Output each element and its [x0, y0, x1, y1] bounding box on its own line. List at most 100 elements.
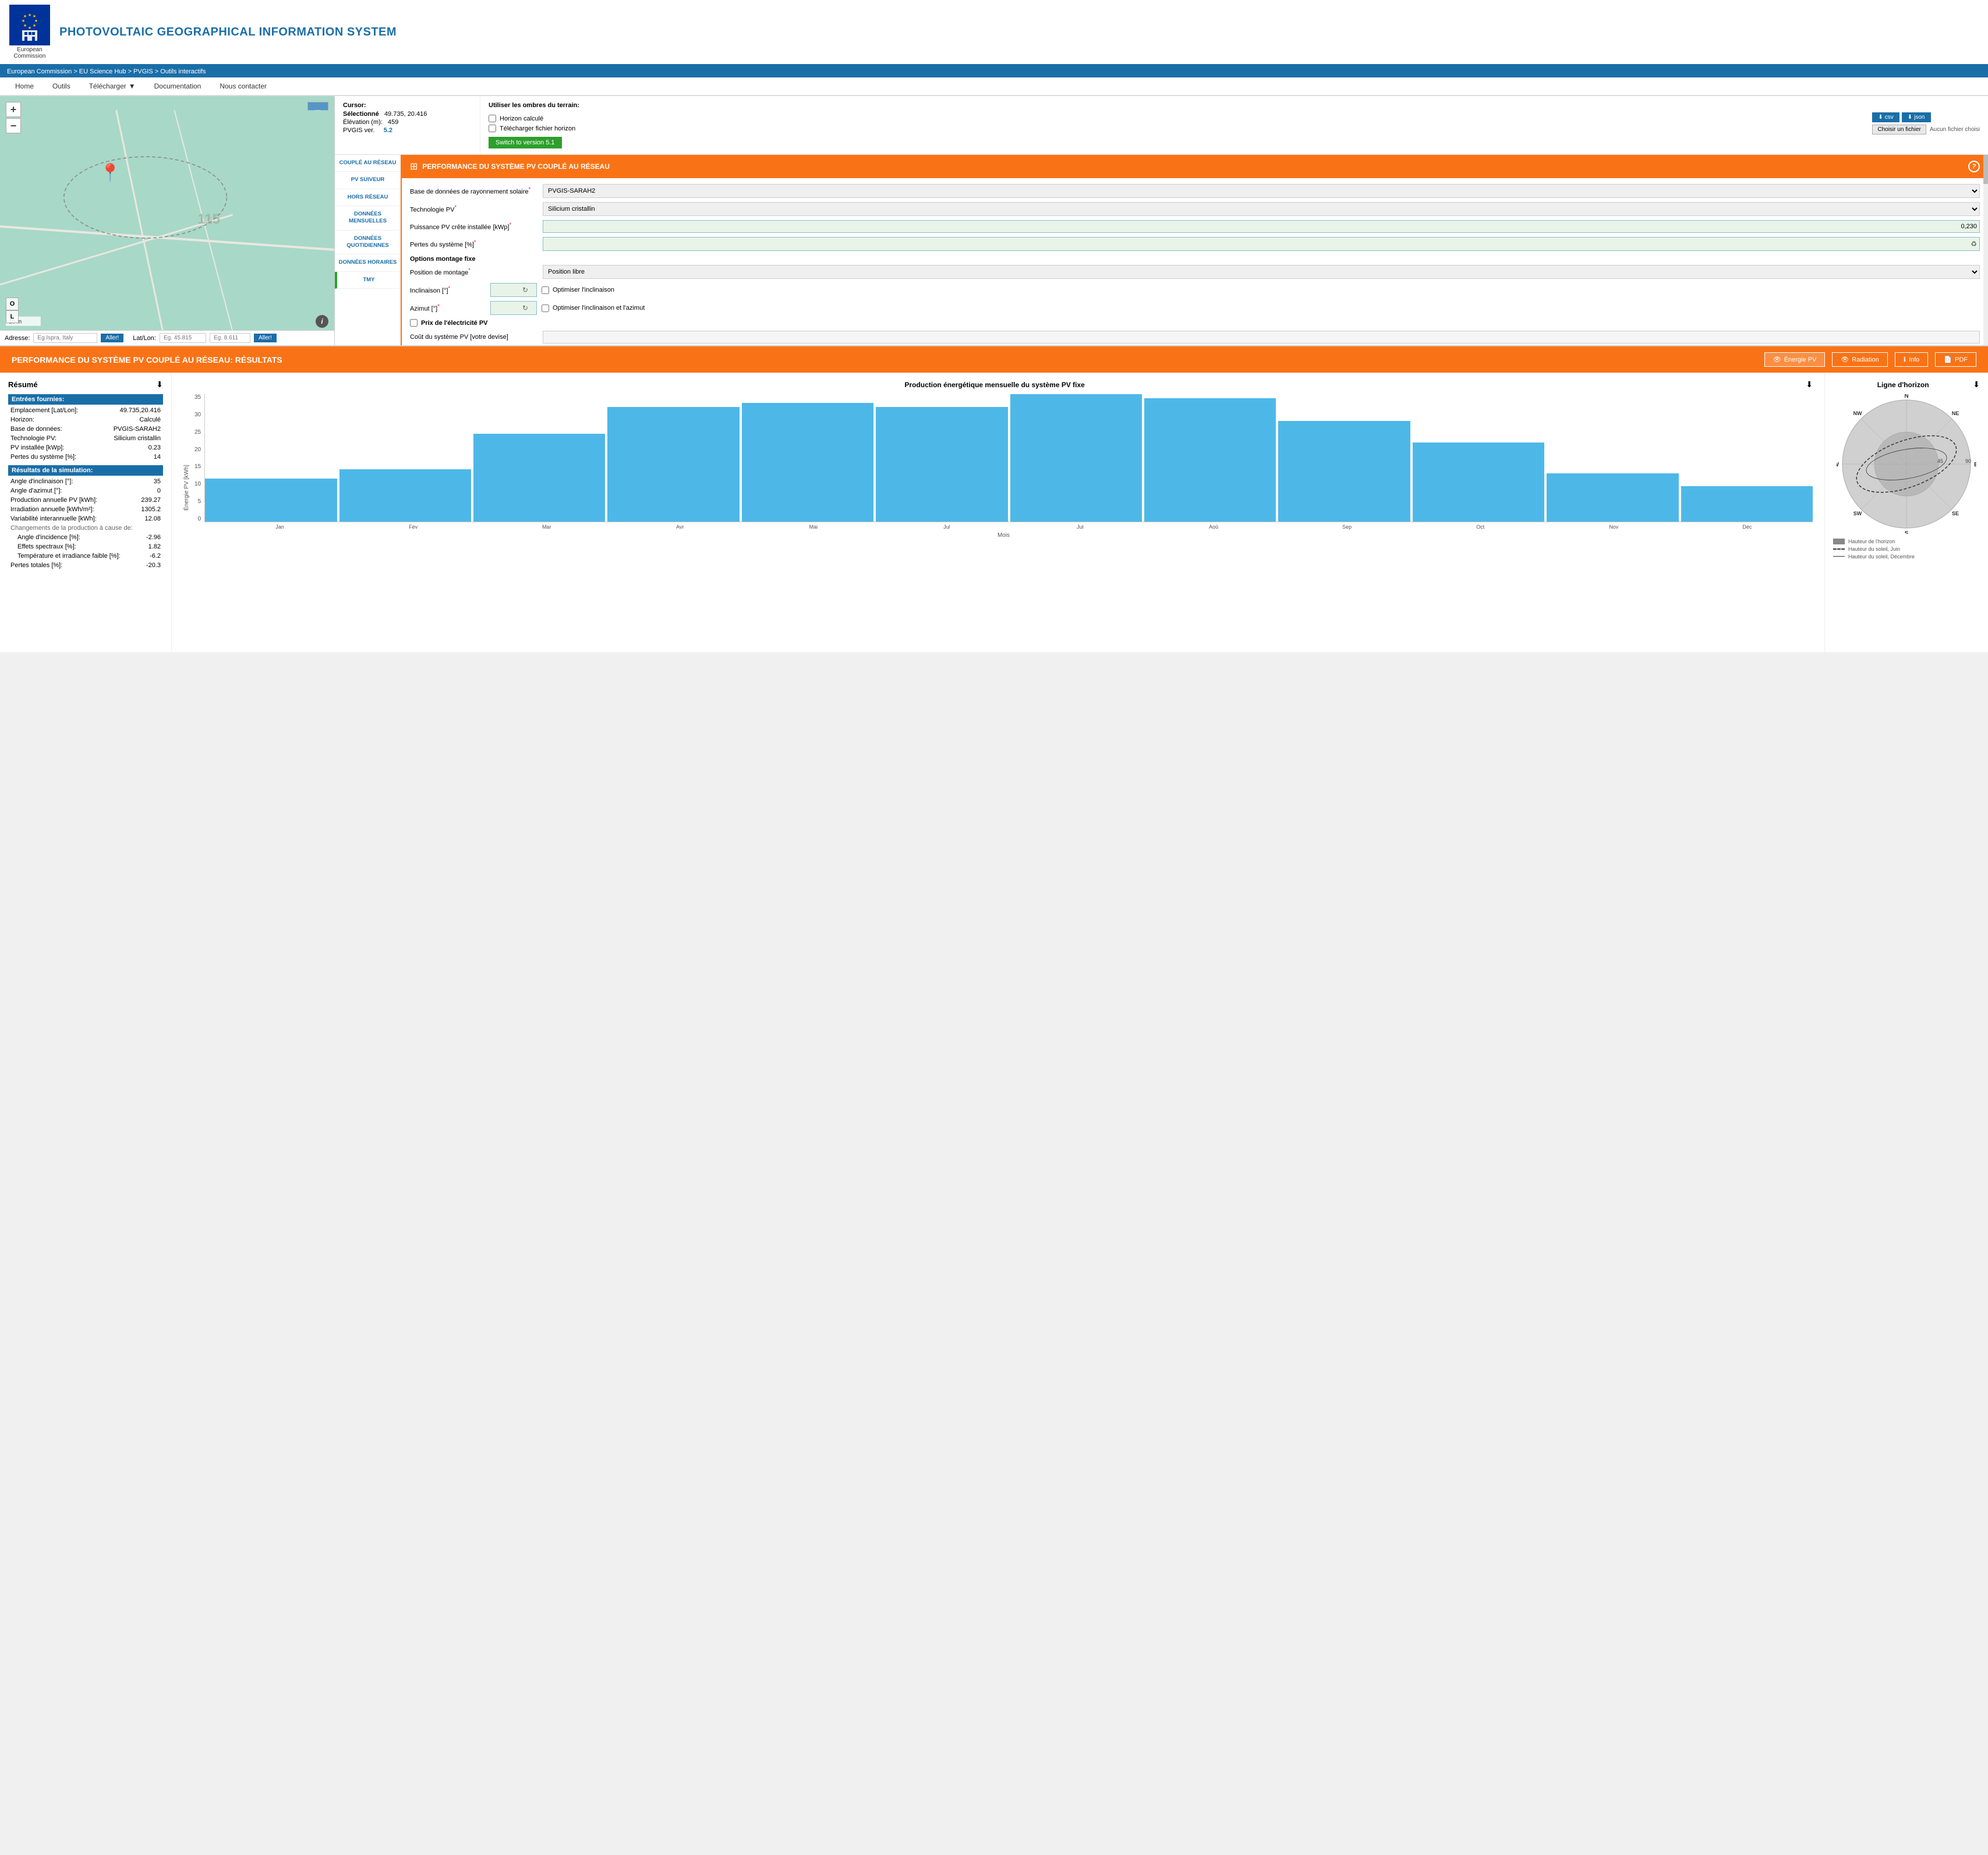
sidebar-item-hors-reseau[interactable]: HORS RÉSEAU — [335, 189, 401, 206]
chart-bar-jan[interactable] — [205, 479, 337, 522]
zoom-out-button[interactable]: − — [6, 118, 21, 133]
table-row: Angle d'incidence [%]: -2.96 — [8, 533, 163, 542]
refresh-azimut-icon: ↻ — [522, 304, 528, 312]
db-select[interactable]: PVGIS-SARAH2 — [543, 184, 1980, 198]
lon-input[interactable] — [210, 333, 250, 343]
json-download-button[interactable]: ⬇ json — [1902, 112, 1931, 122]
chart-bar-sep[interactable] — [1278, 421, 1410, 522]
latlon-go-button[interactable]: Aller! — [254, 334, 277, 342]
table-row: Changements de la production à cause de: — [8, 523, 163, 533]
ec-label-line1: European — [17, 47, 42, 53]
info-tab[interactable]: ℹ Info — [1895, 352, 1929, 367]
nav-home[interactable]: Home — [6, 77, 43, 95]
position-select[interactable]: Position libre — [543, 265, 1980, 279]
address-label: Adresse: — [5, 335, 30, 342]
chart-bar-aou[interactable] — [1144, 398, 1276, 522]
map-address-bar: Adresse: Aller! Lat/Lon: Aller! — [0, 330, 334, 345]
power-input[interactable] — [543, 220, 1980, 233]
app-title: PHOTOVOLTAIC GEOGRAPHICAL INFORMATION SY… — [59, 26, 397, 39]
address-input[interactable] — [33, 333, 97, 343]
opt-incl-az-checkbox[interactable] — [542, 305, 549, 312]
horizon-title: Ligne d'horizon — [1833, 381, 1973, 389]
choose-file-button[interactable]: Choisir un fichier — [1872, 125, 1926, 134]
bars-container — [204, 394, 1813, 522]
chart-bar-jul[interactable] — [1010, 394, 1142, 522]
zoom-in-button[interactable]: + — [6, 102, 21, 117]
chart-bar-oct[interactable] — [1413, 442, 1544, 522]
legend-item-horizon: Hauteur de l'horizon — [1833, 539, 1980, 544]
map-container: + − ⊞ 115 10 m — [0, 96, 335, 345]
header: ★ ★ ★ ★ ★ ★ ★ ★ European Commission PHOT… — [0, 0, 1988, 66]
svg-text:W: W — [1837, 462, 1840, 468]
summary-title: Résumé — [8, 380, 156, 389]
nav-telecharger[interactable]: Télécharger ▼ — [80, 77, 145, 95]
scrollbar-thumb[interactable] — [1983, 155, 1988, 184]
cursor-section: Cursor: Sélectionné 49.735, 20.416 Éléva… — [335, 96, 480, 154]
cursor-label: Cursor: — [343, 102, 472, 109]
horizon-calc-checkbox[interactable] — [489, 115, 496, 122]
dl-horizon-checkbox[interactable] — [489, 125, 496, 132]
pvgis-value: 5.2 — [384, 127, 392, 134]
x-labels: Jan Fév Mar Avr Mai Jul Jul Aoû Sep Oct … — [194, 524, 1813, 530]
incl-input[interactable] — [493, 286, 522, 293]
energie-pv-tab[interactable]: 👁 Énergie PV — [1764, 352, 1826, 367]
chart-download-icon[interactable]: ⬇ — [1806, 380, 1813, 390]
pdf-tab[interactable]: 📄 PDF — [1935, 352, 1976, 367]
table-row: Technologie PV: Silicium cristallin — [8, 434, 163, 443]
chart-bar-mai[interactable] — [742, 403, 873, 522]
summary-download-icon[interactable]: ⬇ — [156, 380, 163, 390]
table-row: Effets spectraux [%]: 1.82 — [8, 542, 163, 551]
cost-row: Coût du système PV [votre devise] — [410, 331, 1980, 344]
dropdown-arrow-icon: ▼ — [129, 82, 136, 90]
table-row: Irradiation annuelle [kWh/m²]: 1305.2 — [8, 505, 163, 514]
main-content: + − ⊞ 115 10 m — [0, 96, 1988, 346]
sidebar-item-quotidiennes[interactable]: DONNÉES QUOTIDIENNES — [335, 231, 401, 255]
summary-section: Résumé ⬇ Entrées fournies: Emplacement [… — [0, 373, 172, 652]
table-row: Horizon: Calculé — [8, 415, 163, 424]
map-legend-o[interactable]: O — [6, 298, 19, 310]
nav-documentation[interactable]: Documentation — [145, 77, 211, 95]
lat-input[interactable] — [160, 333, 206, 343]
ec-label-line2: Commission — [13, 53, 45, 59]
losses-input[interactable] — [546, 240, 1971, 247]
csv-download-button[interactable]: ⬇ csv — [1872, 112, 1899, 122]
table-row: Variabilité interannuelle [kWh]: 12.08 — [8, 514, 163, 523]
sidebar-item-tmy[interactable]: TMY — [335, 272, 401, 289]
sidebar-item-horaires[interactable]: DONNÉES HORAIRES — [335, 254, 401, 271]
form-body: Base de données de rayonnement solaire* … — [402, 178, 1988, 345]
price-checkbox[interactable] — [410, 319, 418, 327]
nav-outils[interactable]: Outils — [43, 77, 80, 95]
radiation-tab[interactable]: 👁 Radiation — [1832, 352, 1887, 367]
sidebar-item-mensuelles[interactable]: DONNÉES MENSUELLES — [335, 206, 401, 231]
form-header: ⊞ PERFORMANCE DU SYSTÈME PV COUPLÉ AU RÉ… — [402, 155, 1988, 178]
form-title: PERFORMANCE DU SYSTÈME PV COUPLÉ AU RÉSE… — [422, 162, 1964, 171]
terrain-title: Utiliser les ombres du terrain: — [489, 102, 1980, 109]
map-info-button[interactable]: i — [316, 315, 328, 328]
horizon-calc-label: Horizon calculé — [500, 115, 543, 122]
chart-bar-mar[interactable] — [473, 434, 605, 522]
svg-text:45: 45 — [1937, 458, 1943, 464]
chart-bar-nov[interactable] — [1547, 473, 1678, 522]
opt-incl-checkbox[interactable] — [542, 286, 549, 294]
sidebar-item-couple[interactable]: COUPLÉ AU RÉSEAU — [335, 155, 401, 172]
cost-input[interactable] — [543, 331, 1980, 344]
chart-bar-jun[interactable] — [876, 407, 1007, 522]
refresh-incl-icon: ↻ — [522, 286, 528, 294]
horizon-download-icon[interactable]: ⬇ — [1973, 380, 1980, 390]
chart-bar-dec[interactable] — [1681, 486, 1813, 522]
form-help-button[interactable]: ? — [1968, 161, 1980, 172]
chart-bar-fev[interactable] — [339, 469, 471, 522]
address-go-button[interactable]: Aller! — [101, 334, 123, 342]
opt-incl-label: Optimiser l'inclinaison — [553, 286, 614, 293]
db-label: Base de données de rayonnement solaire* — [410, 186, 538, 196]
tech-label: Technologie PV* — [410, 204, 538, 214]
azimut-input[interactable] — [493, 305, 522, 311]
chart-title: Production énergétique mensuelle du syst… — [183, 381, 1806, 389]
incl-label: Inclinaison [°]* — [410, 285, 486, 295]
tech-select[interactable]: Silicium cristallin — [543, 202, 1980, 216]
map-legend-l[interactable]: L — [6, 310, 19, 323]
switch-version-button[interactable]: Switch to version 5.1 — [489, 137, 562, 148]
sidebar-item-suiveur[interactable]: PV SUIVEUR — [335, 172, 401, 189]
nav-contact[interactable]: Nous contacter — [210, 77, 276, 95]
chart-bar-avr[interactable] — [607, 407, 739, 522]
